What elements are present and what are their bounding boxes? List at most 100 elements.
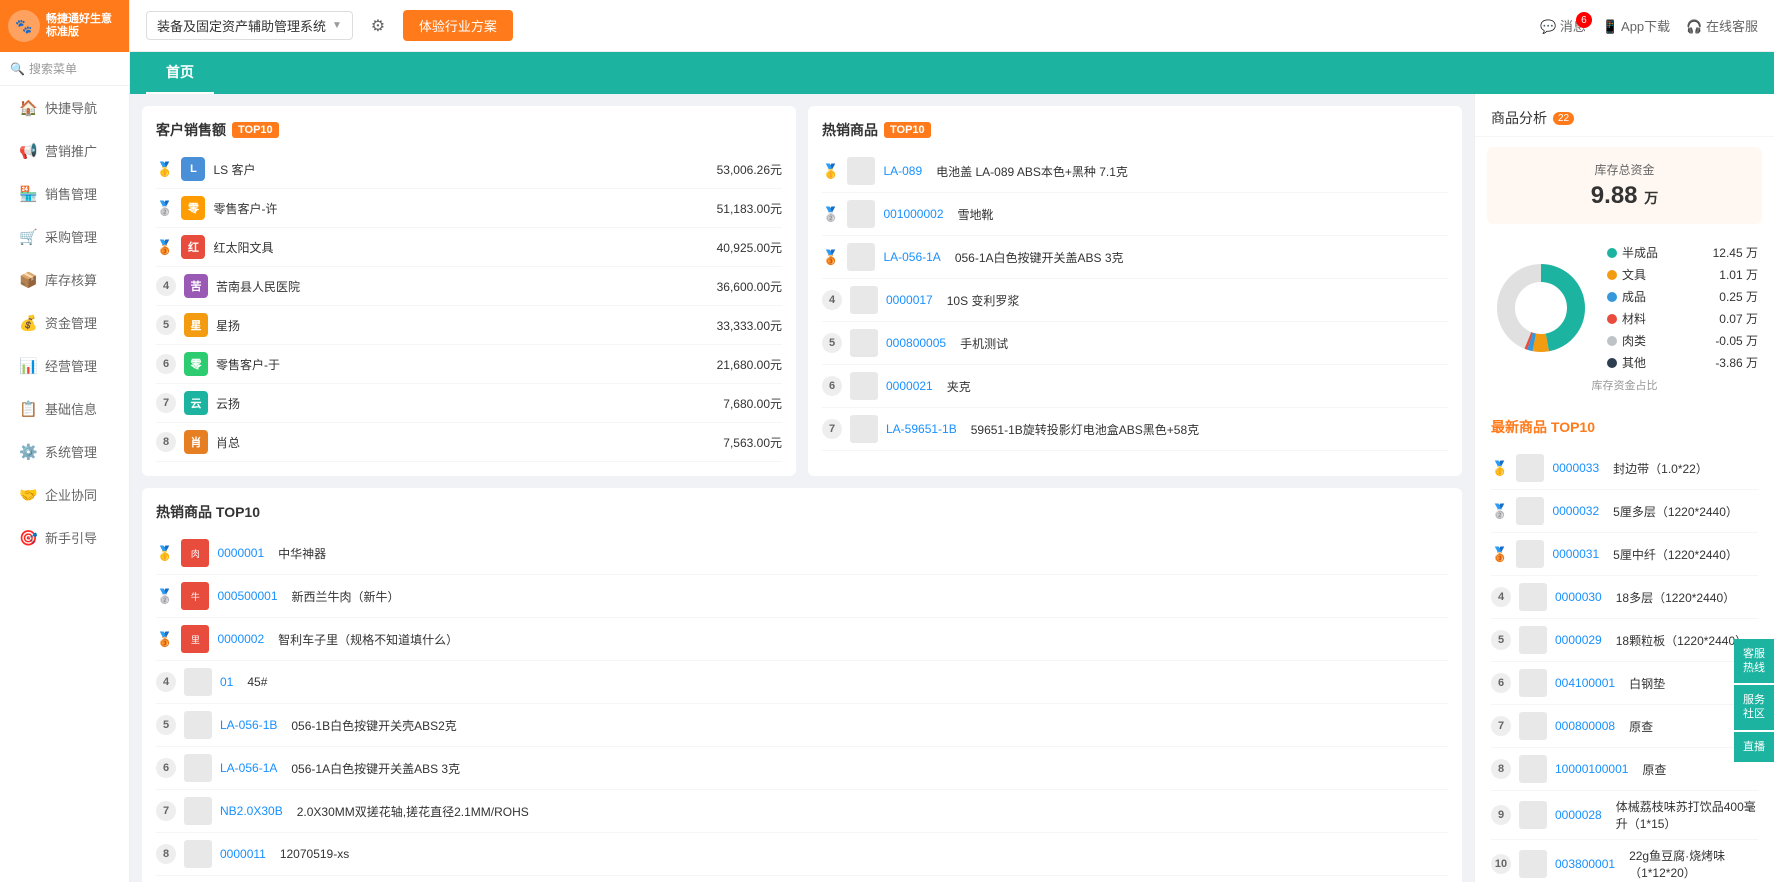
product-item: 🥇 LA-089 电池盖 LA-089 ABS本色+黑种 7.1克	[822, 150, 1448, 193]
live-btn[interactable]: 直播	[1734, 732, 1774, 762]
product-thumbnail	[1519, 755, 1547, 783]
legend-item-semifinished: 半成品 12.45 万	[1607, 244, 1758, 261]
tab-home[interactable]: 首页	[146, 52, 214, 94]
sidebar-item-operations[interactable]: 📊 经营管理	[0, 344, 129, 387]
legend-dot	[1607, 358, 1617, 368]
new-products-title: 最新商品 TOP10	[1491, 417, 1758, 437]
product-thumbnail	[184, 754, 212, 782]
rank-item: 7 云 云扬 7,680.00元	[156, 384, 782, 423]
avatar: 零	[184, 352, 208, 376]
product-item: 7 000800008 原查	[1491, 705, 1758, 748]
rank-item: 5 星 星扬 33,333.00元	[156, 306, 782, 345]
topbar: 装备及固定资产辅助管理系统 ▼ ⚙ 体验行业方案 💬 消息 6 📱 App下载 …	[130, 0, 1774, 52]
donut-chart	[1491, 258, 1591, 358]
sidebar-item-purchase[interactable]: 🛒 采购管理	[0, 215, 129, 258]
medal-gold-icon: 🥇	[156, 161, 173, 178]
home-icon: 🏠	[19, 99, 37, 117]
product-item: 5 0000029 18颗粒板（1220*2440）	[1491, 619, 1758, 662]
product-thumbnail	[847, 157, 875, 185]
hot-products-rank-list: 🥇 LA-089 电池盖 LA-089 ABS本色+黑种 7.1克 🥈 0010…	[822, 150, 1448, 451]
message-icon: 💬	[1540, 19, 1556, 34]
product-thumbnail	[1519, 583, 1547, 611]
settings-button[interactable]: ⚙	[363, 11, 393, 41]
avatar: L	[181, 157, 205, 181]
sidebar-label-marketing: 营销推广	[45, 141, 97, 160]
messages-badge[interactable]: 💬 消息 6	[1540, 16, 1586, 35]
rank-item: 6 零 零售客户-于 21,680.00元	[156, 345, 782, 384]
product-thumbnail	[847, 243, 875, 271]
medal-bronze-icon: 🥉	[822, 249, 839, 266]
product-item: 4 01 45#	[156, 661, 1448, 704]
product-thumbnail	[850, 372, 878, 400]
product-item: 🥈 001000002 雪地靴	[822, 193, 1448, 236]
sidebar-menu: 🏠 快捷导航 📢 营销推广 🏪 销售管理 🛒 采购管理 📦 库存核算 💰 资金管…	[0, 86, 129, 882]
product-item: 🥉 LA-056-1A 056-1A白色按键开关盖ABS 3克	[822, 236, 1448, 279]
product-item: 🥈 牛 000500001 新西兰牛肉（新牛）	[156, 575, 1448, 618]
product-thumbnail	[1516, 497, 1544, 525]
sidebar-item-collab[interactable]: 🤝 企业协同	[0, 473, 129, 516]
trial-button[interactable]: 体验行业方案	[403, 10, 513, 41]
avatar: 肖	[184, 430, 208, 454]
product-item: 6 004100001 白钢垫	[1491, 662, 1758, 705]
sidebar-item-sales[interactable]: 🏪 销售管理	[0, 172, 129, 215]
tab-navigation: 首页	[130, 52, 1774, 94]
sidebar-label-home: 快捷导航	[45, 98, 97, 117]
sidebar-item-finance[interactable]: 💰 资金管理	[0, 301, 129, 344]
medal-gold-icon: 🥇	[156, 545, 173, 562]
chevron-down-icon: ▼	[332, 20, 342, 31]
sidebar-label-finance: 资金管理	[45, 313, 97, 332]
sidebar-label-operations: 经营管理	[45, 356, 97, 375]
sidebar-item-guide[interactable]: 🎯 新手引导	[0, 516, 129, 559]
medal-silver-icon: 🥈	[156, 588, 173, 605]
product-thumbnail: 肉	[181, 539, 209, 567]
sidebar-item-marketing[interactable]: 📢 营销推广	[0, 129, 129, 172]
legend-item-material: 材料 0.07 万	[1607, 310, 1758, 327]
sidebar-item-inventory[interactable]: 📦 库存核算	[0, 258, 129, 301]
product-thumbnail	[184, 668, 212, 696]
system-selector[interactable]: 装备及固定资产辅助管理系统 ▼	[146, 11, 353, 40]
main-area: 装备及固定资产辅助管理系统 ▼ ⚙ 体验行业方案 💬 消息 6 📱 App下载 …	[130, 0, 1774, 882]
rank-item: 🥉 红 红太阳文具 40,925.00元	[156, 228, 782, 267]
search-label: 搜索菜单	[29, 60, 77, 77]
avatar: 云	[184, 391, 208, 415]
service-community-btn[interactable]: 服务社区	[1734, 685, 1774, 730]
customer-rank-card: 客户销售额 TOP10 🥇 L LS 客户 53,006.26元 🥈 零	[142, 106, 796, 476]
medal-silver-icon: 🥈	[156, 200, 173, 217]
product-item: 9 0000028 体械荔枝味苏打饮品400毫升（1*15）	[1491, 791, 1758, 840]
sidebar-item-system[interactable]: ⚙️ 系统管理	[0, 430, 129, 473]
inventory-icon: 📦	[19, 271, 37, 289]
logo-icon: 🐾	[8, 10, 40, 42]
inventory-header: 商品分析 22	[1475, 94, 1774, 137]
legend-dot	[1607, 314, 1617, 324]
sidebar-item-home[interactable]: 🏠 快捷导航	[0, 86, 129, 129]
logo-text: 畅捷通好生意 标准版	[46, 13, 112, 39]
legend-dot	[1607, 270, 1617, 280]
legend-dot	[1607, 248, 1617, 258]
sidebar-label-collab: 企业协同	[45, 485, 97, 504]
page-content: 客户销售额 TOP10 🥇 L LS 客户 53,006.26元 🥈 零	[130, 94, 1774, 882]
search-menu[interactable]: 🔍 搜索菜单	[0, 52, 129, 86]
customer-hotline-btn[interactable]: 客服热线	[1734, 639, 1774, 684]
medal-bronze-icon: 🥉	[1491, 546, 1508, 563]
floating-buttons: 客服热线 服务社区 直播	[1734, 639, 1774, 762]
app-download-link[interactable]: 📱 App下载	[1602, 16, 1670, 35]
donut-chart-section: 半成品 12.45 万 文具 1.01 万 成品 0.25 万	[1475, 234, 1774, 403]
sidebar-item-basic[interactable]: 📋 基础信息	[0, 387, 129, 430]
legend-item-finished: 成品 0.25 万	[1607, 288, 1758, 305]
product-thumbnail	[1519, 850, 1547, 878]
topbar-right: 💬 消息 6 📱 App下载 🎧 在线客服	[1540, 16, 1758, 35]
sidebar-label-sales: 销售管理	[45, 184, 97, 203]
legend-dot	[1607, 336, 1617, 346]
avatar: 零	[181, 196, 205, 220]
inventory-total-section: 库存总资金 9.88 万	[1487, 147, 1762, 224]
donut-wrap: 半成品 12.45 万 文具 1.01 万 成品 0.25 万	[1491, 244, 1758, 371]
product-item: 7 LA-59651-1B 59651-1B旋转投影灯电池盒ABS黑色+58克	[822, 408, 1448, 451]
rank-item: 8 肖 肖总 7,563.00元	[156, 423, 782, 462]
product-thumbnail	[184, 840, 212, 868]
hot-products-rank-title: 热销商品 TOP10	[822, 120, 1448, 140]
product-thumbnail	[1519, 801, 1547, 829]
hot-products-rank-card: 热销商品 TOP10 🥇 LA-089 电池盖 LA-089 ABS本色+黑种 …	[808, 106, 1462, 476]
guide-icon: 🎯	[19, 529, 37, 547]
basic-icon: 📋	[19, 400, 37, 418]
customer-service-link[interactable]: 🎧 在线客服	[1686, 16, 1758, 35]
